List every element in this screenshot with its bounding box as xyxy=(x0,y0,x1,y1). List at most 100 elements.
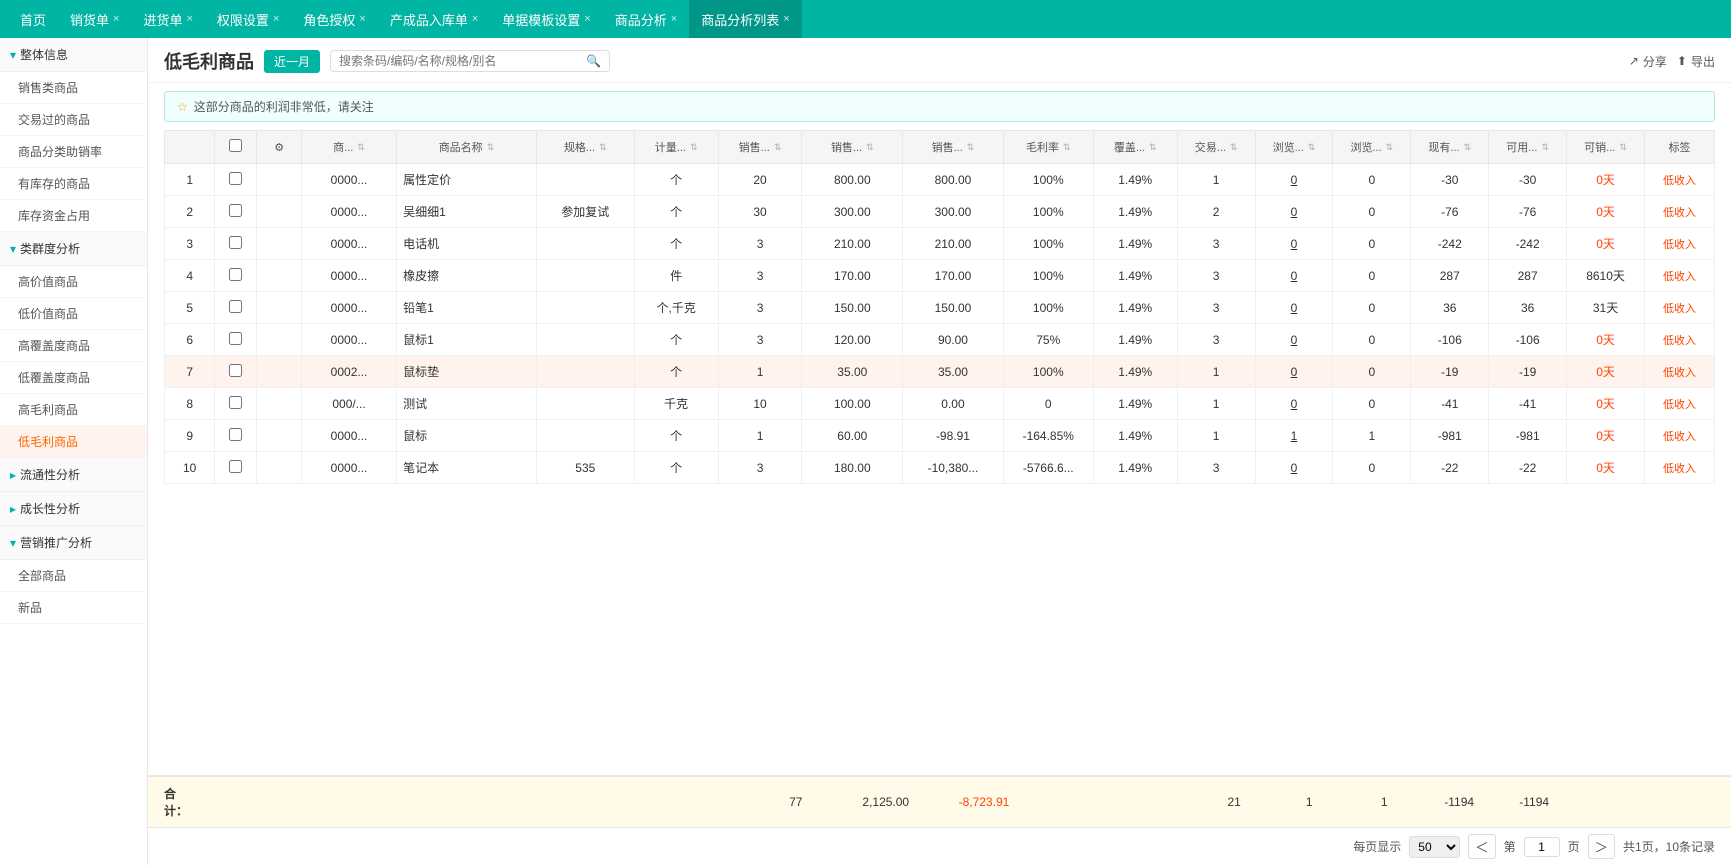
sidebar-item-sales-products[interactable]: 销售类商品 xyxy=(0,72,147,104)
row-checkbox-3[interactable] xyxy=(229,268,242,281)
sort-icon-name[interactable]: ⇅ xyxy=(487,142,495,153)
sort-icon-spec[interactable]: ⇅ xyxy=(599,142,607,153)
row-checkbox-8[interactable] xyxy=(229,428,242,441)
sidebar-item-high-margin[interactable]: 高毛利商品 xyxy=(0,394,147,426)
prev-page-button[interactable]: ＜ xyxy=(1468,834,1495,859)
sort-icon-browse2[interactable]: ⇅ xyxy=(1386,142,1394,153)
browse1-link-7[interactable]: 0 xyxy=(1291,397,1298,411)
nav-close-finished-goods[interactable]: × xyxy=(472,13,478,25)
nav-role-auth[interactable]: 角色授权 × xyxy=(291,0,377,38)
export-button[interactable]: ⬆ 导出 xyxy=(1677,53,1715,70)
nav-close-template-settings[interactable]: × xyxy=(584,13,590,25)
cell-name-5[interactable]: 鼠标1 xyxy=(397,324,537,356)
nav-close-permission-settings[interactable]: × xyxy=(273,13,279,25)
cell-name-9[interactable]: 笔记本 xyxy=(397,452,537,484)
cell-browse1-2[interactable]: 0 xyxy=(1255,228,1333,260)
nav-sales-order[interactable]: 销货单 × xyxy=(58,0,131,38)
sort-icon-trade[interactable]: ⇅ xyxy=(1230,142,1238,153)
sidebar-group-cluster[interactable]: ▾ 类群度分析 xyxy=(0,232,147,266)
sidebar-item-all-products[interactable]: 全部商品 xyxy=(0,560,147,592)
sidebar-item-traded-products[interactable]: 交易过的商品 xyxy=(0,104,147,136)
nav-home[interactable]: 首页 xyxy=(8,0,58,38)
sidebar-item-low-margin[interactable]: 低毛利商品 xyxy=(0,426,147,458)
cell-name-1[interactable]: 吴细细1 xyxy=(397,196,537,228)
sort-icon-cover-rate[interactable]: ⇅ xyxy=(1149,142,1157,153)
sidebar-item-inventory-funds[interactable]: 库存资金占用 xyxy=(0,200,147,232)
nav-product-analysis[interactable]: 商品分析 × xyxy=(603,0,689,38)
cell-name-0[interactable]: 属性定价 xyxy=(397,164,537,196)
browse1-link-1[interactable]: 0 xyxy=(1291,205,1298,219)
sort-icon-unit[interactable]: ⇅ xyxy=(690,142,698,153)
browse1-link-5[interactable]: 0 xyxy=(1291,333,1298,347)
sort-icon-current[interactable]: ⇅ xyxy=(1464,142,1472,153)
nav-close-product-analysis[interactable]: × xyxy=(671,13,677,25)
sort-icon-code[interactable]: ⇅ xyxy=(357,142,365,153)
sort-icon-sellable[interactable]: ⇅ xyxy=(1619,142,1627,153)
th-setting[interactable]: ⚙ xyxy=(257,131,302,164)
nav-close-role-auth[interactable]: × xyxy=(359,13,365,25)
cell-browse1-1[interactable]: 0 xyxy=(1255,196,1333,228)
sidebar-item-stocked-products[interactable]: 有库存的商品 xyxy=(0,168,147,200)
nav-purchase-order[interactable]: 进货单 × xyxy=(131,0,204,38)
row-checkbox-7[interactable] xyxy=(229,396,242,409)
row-checkbox-4[interactable] xyxy=(229,300,242,313)
date-filter-button[interactable]: 近一月 xyxy=(264,50,320,73)
sidebar-group-overall[interactable]: ▾ 整体信息 xyxy=(0,38,147,72)
browse1-link-3[interactable]: 0 xyxy=(1291,269,1298,283)
browse1-link-2[interactable]: 0 xyxy=(1291,237,1298,251)
sidebar-item-high-coverage[interactable]: 高覆盖度商品 xyxy=(0,330,147,362)
cell-name-6[interactable]: 鼠标垫 xyxy=(397,356,537,388)
nav-permission-settings[interactable]: 权限设置 × xyxy=(205,0,291,38)
row-checkbox-5[interactable] xyxy=(229,332,242,345)
sidebar-group-growth[interactable]: ▸ 成长性分析 xyxy=(0,492,147,526)
row-checkbox-1[interactable] xyxy=(229,204,242,217)
nav-close-sales-order[interactable]: × xyxy=(113,13,119,25)
sort-icon-browse1[interactable]: ⇅ xyxy=(1308,142,1316,153)
browse1-link-0[interactable]: 0 xyxy=(1291,173,1298,187)
sidebar-item-high-value[interactable]: 高价值商品 xyxy=(0,266,147,298)
search-icon[interactable]: 🔍 xyxy=(586,54,601,68)
page-input[interactable] xyxy=(1524,837,1560,857)
cell-browse1-3[interactable]: 0 xyxy=(1255,260,1333,292)
row-checkbox-6[interactable] xyxy=(229,364,242,377)
row-checkbox-9[interactable] xyxy=(229,460,242,473)
cell-name-7[interactable]: 测试 xyxy=(397,388,537,420)
cell-browse1-4[interactable]: 0 xyxy=(1255,292,1333,324)
sort-icon-sales-price[interactable]: ⇅ xyxy=(866,142,874,153)
cell-name-3[interactable]: 橡皮擦 xyxy=(397,260,537,292)
cell-browse1-5[interactable]: 0 xyxy=(1255,324,1333,356)
page-size-select[interactable]: 50 20 100 xyxy=(1409,836,1460,858)
share-button[interactable]: ↗ 分享 xyxy=(1629,53,1667,70)
sidebar-item-category-rate[interactable]: 商品分类助销率 xyxy=(0,136,147,168)
sort-icon-available[interactable]: ⇅ xyxy=(1541,142,1549,153)
sort-icon-sales-amount[interactable]: ⇅ xyxy=(967,142,975,153)
next-page-button[interactable]: ＞ xyxy=(1588,834,1615,859)
cell-browse1-6[interactable]: 0 xyxy=(1255,356,1333,388)
search-input[interactable] xyxy=(339,54,582,68)
sort-icon-sales-qty[interactable]: ⇅ xyxy=(774,142,782,153)
nav-close-product-analysis-list[interactable]: × xyxy=(783,13,789,25)
nav-product-analysis-list[interactable]: 商品分析列表 × xyxy=(689,0,801,38)
sidebar-item-low-coverage[interactable]: 低覆盖度商品 xyxy=(0,362,147,394)
nav-close-purchase-order[interactable]: × xyxy=(186,13,192,25)
sidebar-group-marketing[interactable]: ▾ 营销推广分析 xyxy=(0,526,147,560)
sidebar-item-low-value[interactable]: 低价值商品 xyxy=(0,298,147,330)
cell-name-4[interactable]: 铅笔1 xyxy=(397,292,537,324)
sidebar-item-new-products[interactable]: 新品 xyxy=(0,592,147,624)
browse1-link-6[interactable]: 0 xyxy=(1291,365,1298,379)
row-checkbox-2[interactable] xyxy=(229,236,242,249)
sort-icon-gross-rate[interactable]: ⇅ xyxy=(1063,142,1071,153)
browse1-link-9[interactable]: 0 xyxy=(1291,461,1298,475)
cell-name-8[interactable]: 鼠标 xyxy=(397,420,537,452)
browse1-link-4[interactable]: 0 xyxy=(1291,301,1298,315)
select-all-checkbox[interactable] xyxy=(229,139,242,152)
nav-template-settings[interactable]: 单据模板设置 × xyxy=(490,0,602,38)
cell-browse1-0[interactable]: 0 xyxy=(1255,164,1333,196)
row-checkbox-0[interactable] xyxy=(229,172,242,185)
cell-browse1-7[interactable]: 0 xyxy=(1255,388,1333,420)
nav-finished-goods[interactable]: 产成品入库单 × xyxy=(378,0,490,38)
cell-name-2[interactable]: 电话机 xyxy=(397,228,537,260)
cell-browse1-8[interactable]: 1 xyxy=(1255,420,1333,452)
cell-browse1-9[interactable]: 0 xyxy=(1255,452,1333,484)
browse1-link-8[interactable]: 1 xyxy=(1291,429,1298,443)
